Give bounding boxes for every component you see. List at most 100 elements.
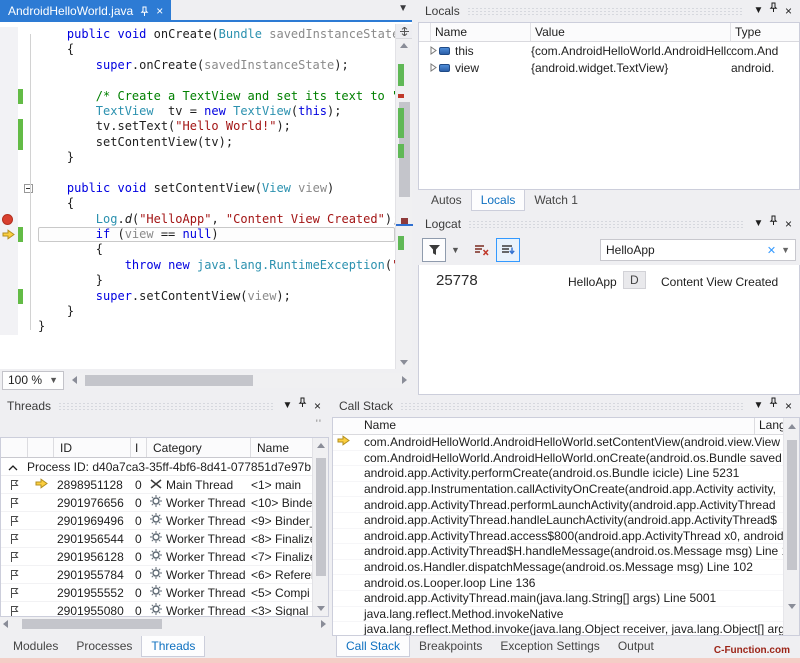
stack-frame-row[interactable]: android.app.ActivityThread$H.handleMessa… <box>333 544 799 560</box>
pin-icon[interactable] <box>140 6 149 17</box>
tab-call-stack[interactable]: Call Stack <box>336 636 410 657</box>
tab-threads[interactable]: Threads <box>141 636 205 657</box>
locals-row-this[interactable]: this {com.AndroidHelloWorld.AndroidHello… <box>419 42 799 59</box>
filter-funnel-button[interactable] <box>422 238 446 262</box>
editor-horizontal-scrollbar[interactable] <box>69 373 410 388</box>
threads-horizontal-scrollbar[interactable] <box>0 617 329 630</box>
close-icon[interactable]: × <box>781 0 796 22</box>
flag-icon[interactable] <box>1 569 28 581</box>
editor-vertical-scrollbar[interactable] <box>395 24 412 369</box>
threads-vertical-scrollbar[interactable] <box>312 438 328 616</box>
tab-processes[interactable]: Processes <box>67 636 141 657</box>
tab-autos[interactable]: Autos <box>422 190 471 211</box>
column-header-name[interactable]: Name <box>431 23 531 41</box>
code-line[interactable]: TextView tv = new TextView(this); <box>0 104 395 119</box>
stack-frame-row[interactable]: java.lang.reflect.Method.invokeNative <box>333 607 799 623</box>
stack-frame-row[interactable]: android.app.Instrumentation.callActivity… <box>333 482 799 498</box>
flag-icon[interactable] <box>1 515 28 527</box>
column-header-type[interactable]: Type <box>731 23 799 41</box>
tab-watch-1[interactable]: Watch 1 <box>525 190 587 211</box>
thread-row[interactable]: 2901955552 0 Worker Thread <5> Compi <box>1 584 328 602</box>
pin-icon[interactable] <box>766 213 781 235</box>
scroll-down-button[interactable] <box>317 606 325 611</box>
code-line[interactable]: { <box>0 242 395 257</box>
stack-frame-row[interactable]: android.app.ActivityThread.main(java.lan… <box>333 591 799 607</box>
callstack-vertical-scrollbar[interactable] <box>783 418 799 635</box>
breakpoint-icon[interactable] <box>2 214 13 225</box>
collapse-chevron-icon[interactable] <box>8 460 18 474</box>
flag-icon[interactable] <box>1 605 28 617</box>
column-header-flag[interactable] <box>1 438 28 457</box>
scroll-to-end-button[interactable] <box>496 238 520 262</box>
code-fold-collapse-icon[interactable] <box>24 184 33 193</box>
thread-row[interactable]: 2901956128 0 Worker Thread <7> Finalize <box>1 548 328 566</box>
code-line[interactable] <box>0 73 395 88</box>
filter-chevron-icon[interactable]: ▼ <box>449 245 462 255</box>
expander-icon[interactable] <box>419 46 439 55</box>
pin-icon[interactable] <box>295 395 310 417</box>
stack-frame-row[interactable]: com.AndroidHelloWorld.AndroidHelloWorld.… <box>333 451 799 467</box>
code-editor[interactable]: public void onCreate(Bundle savedInstanc… <box>0 24 395 369</box>
scrollbar-thumb[interactable] <box>22 619 162 629</box>
flag-icon[interactable] <box>1 479 28 491</box>
column-header-value[interactable]: Value <box>531 23 731 41</box>
scroll-up-button[interactable] <box>788 424 796 429</box>
window-position-chevron-icon[interactable]: ▼ <box>751 0 766 22</box>
tab-breakpoints[interactable]: Breakpoints <box>410 636 491 657</box>
scrollbar-thumb[interactable] <box>85 375 253 386</box>
scroll-right-button[interactable] <box>321 620 326 628</box>
thread-row[interactable]: 2901976656 0 Worker Thread <10> Binde <box>1 494 328 512</box>
column-header-active[interactable] <box>28 438 54 457</box>
stack-frame-row[interactable]: android.app.ActivityThread.performLaunch… <box>333 497 799 513</box>
close-icon[interactable]: × <box>156 5 163 17</box>
window-position-chevron-icon[interactable]: ▼ <box>280 395 295 417</box>
code-line[interactable]: { <box>0 196 395 211</box>
thread-row[interactable]: 2901969496 0 Worker Thread <9> Binder_ <box>1 512 328 530</box>
code-line[interactable]: } <box>0 150 395 165</box>
stack-frame-row[interactable]: android.app.ActivityThread.access$800(an… <box>333 529 799 545</box>
column-header-id[interactable]: ID <box>54 438 131 457</box>
flag-icon[interactable] <box>1 551 28 563</box>
stack-frame-row[interactable]: android.os.Handler.dispatchMessage(andro… <box>333 560 799 576</box>
tab-output[interactable]: Output <box>609 636 663 657</box>
clear-filter-icon[interactable]: ✕ <box>767 244 776 257</box>
scrollbar-thumb[interactable] <box>787 440 797 570</box>
scrollbar-track[interactable] <box>81 375 398 386</box>
code-line[interactable]: public void setContentView(View view) <box>0 181 395 196</box>
tab-androidhelloworld-java[interactable]: AndroidHelloWorld.java × <box>0 0 171 22</box>
stack-frame-row[interactable]: android.app.Activity.performCreate(andro… <box>333 466 799 482</box>
stack-frame-row[interactable]: com.AndroidHelloWorld.AndroidHelloWorld.… <box>333 435 799 451</box>
code-line[interactable]: { <box>0 42 395 57</box>
log-filter-input[interactable]: HelloApp ✕ ▼ <box>600 239 796 261</box>
flag-icon[interactable] <box>1 497 28 509</box>
scroll-left-button[interactable] <box>3 620 8 628</box>
expander-icon[interactable] <box>419 63 439 72</box>
code-line[interactable]: } <box>0 304 395 319</box>
code-line[interactable]: throw new java.lang.RuntimeException("No… <box>0 258 395 273</box>
pin-icon[interactable] <box>766 395 781 417</box>
logcat-output[interactable]: 25778 HelloApp D Content View Created <box>418 265 800 395</box>
thread-row-main[interactable]: 2898951128 0 Main Thread <1> main <box>1 476 328 494</box>
stack-frame-row[interactable]: android.os.Looper.loop Line 136 <box>333 575 799 591</box>
scrollbar-track[interactable] <box>12 619 317 629</box>
thread-row[interactable]: 2901955080 0 Worker Thread <3> Signal <box>1 602 328 617</box>
tab-locals[interactable]: Locals <box>471 190 526 211</box>
pin-icon[interactable] <box>766 0 781 22</box>
code-line[interactable]: super.onCreate(savedInstanceState); <box>0 58 395 73</box>
scroll-right-button[interactable] <box>402 376 407 384</box>
stack-frame-row[interactable]: android.app.ActivityThread.handleLaunchA… <box>333 513 799 529</box>
process-group-row[interactable]: Process ID: d40a7ca3-35ff-4bf6-8d41-0778… <box>1 458 328 476</box>
flag-icon[interactable] <box>1 533 28 545</box>
code-line[interactable]: tv.setText("Hello World!"); <box>0 119 395 134</box>
code-line[interactable] <box>0 166 395 181</box>
code-line[interactable]: public void onCreate(Bundle savedInstanc… <box>0 27 395 42</box>
locals-row-view[interactable]: view {android.widget.TextView} android. <box>419 59 799 76</box>
code-line[interactable]: setContentView(tv); <box>0 135 395 150</box>
clear-log-button[interactable] <box>471 238 493 262</box>
stack-frame-row[interactable]: java.lang.reflect.Method.invoke(java.lan… <box>333 622 799 636</box>
window-position-chevron-icon[interactable]: ▼ <box>751 395 766 417</box>
code-line[interactable]: super.setContentView(view); <box>0 289 395 304</box>
toolbar-overflow-icon[interactable]: '' <box>316 418 322 430</box>
close-icon[interactable]: × <box>781 213 796 235</box>
thread-row[interactable]: 2901956544 0 Worker Thread <8> Finalize <box>1 530 328 548</box>
